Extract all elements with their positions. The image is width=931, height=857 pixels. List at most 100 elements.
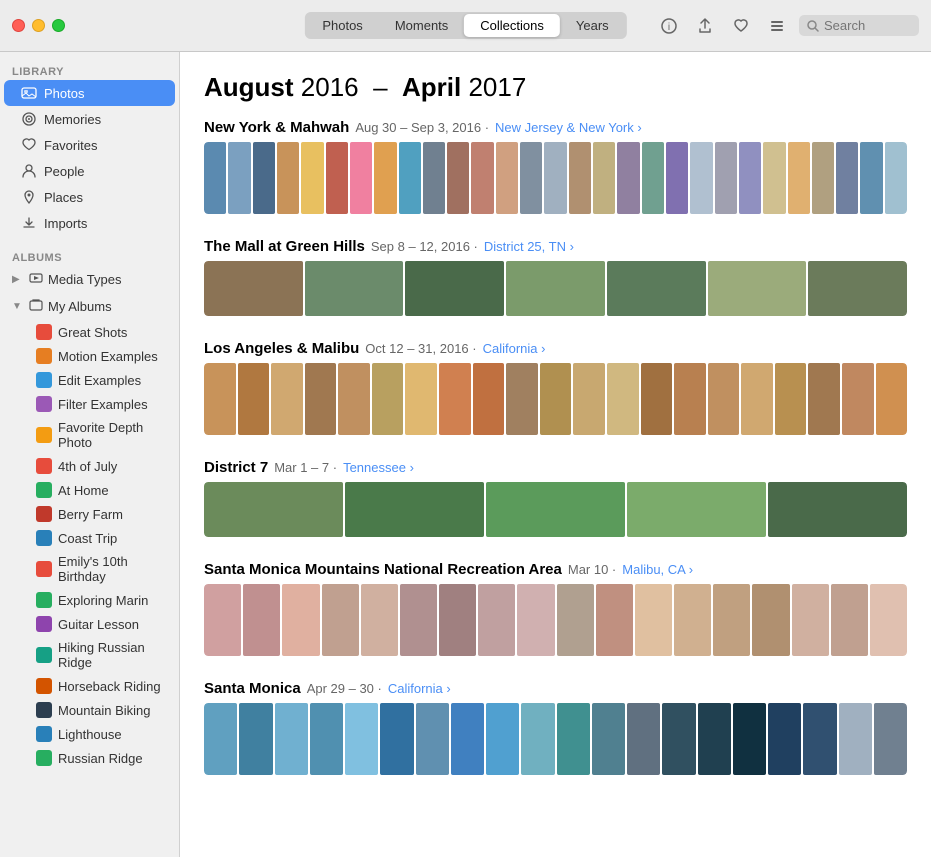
photo-cell[interactable] [870, 584, 907, 656]
photo-cell[interactable] [271, 363, 303, 435]
photo-cell[interactable] [338, 363, 370, 435]
photo-cell[interactable] [506, 261, 605, 316]
photo-cell[interactable] [239, 703, 272, 775]
photo-cell[interactable] [326, 142, 348, 214]
photo-cell[interactable] [839, 703, 872, 775]
collection-location[interactable]: District 25, TN [484, 239, 574, 254]
photo-strip[interactable] [204, 261, 907, 316]
photo-cell[interactable] [204, 584, 241, 656]
sidebar-item-memories[interactable]: Memories [4, 106, 175, 132]
close-button[interactable] [12, 19, 25, 32]
minimize-button[interactable] [32, 19, 45, 32]
search-input[interactable] [824, 18, 909, 33]
sidebar-item-coast-trip[interactable]: Coast Trip [4, 526, 175, 550]
sidebar-item-great-shots[interactable]: Great Shots [4, 320, 175, 344]
sidebar-item-filter-examples[interactable]: Filter Examples [4, 392, 175, 416]
more-button[interactable] [763, 12, 791, 40]
photo-cell[interactable] [473, 363, 505, 435]
photo-cell[interactable] [768, 703, 801, 775]
photo-strip[interactable] [204, 584, 907, 656]
photo-cell[interactable] [416, 703, 449, 775]
photo-cell[interactable] [520, 142, 542, 214]
photo-cell[interactable] [569, 142, 591, 214]
photo-cell[interactable] [204, 703, 237, 775]
photo-cell[interactable] [741, 363, 773, 435]
share-button[interactable] [691, 12, 719, 40]
photo-cell[interactable] [557, 703, 590, 775]
photo-cell[interactable] [788, 142, 810, 214]
heart-button[interactable] [727, 12, 755, 40]
photo-cell[interactable] [439, 584, 476, 656]
sidebar-item-4th-of-july[interactable]: 4th of July [4, 454, 175, 478]
photo-cell[interactable] [275, 703, 308, 775]
photo-cell[interactable] [423, 142, 445, 214]
collection-location[interactable]: Malibu, CA [622, 562, 693, 577]
photo-cell[interactable] [399, 142, 421, 214]
photo-cell[interactable] [836, 142, 858, 214]
photo-cell[interactable] [439, 363, 471, 435]
sidebar-item-mountain-biking[interactable]: Mountain Biking [4, 698, 175, 722]
photo-cell[interactable] [447, 142, 469, 214]
photo-strip[interactable] [204, 142, 907, 214]
sidebar-item-at-home[interactable]: At Home [4, 478, 175, 502]
photo-cell[interactable] [310, 703, 343, 775]
photo-cell[interactable] [808, 261, 907, 316]
photo-cell[interactable] [666, 142, 688, 214]
photo-cell[interactable] [662, 703, 695, 775]
photo-cell[interactable] [713, 584, 750, 656]
photo-cell[interactable] [544, 142, 566, 214]
photo-cell[interactable] [305, 261, 404, 316]
sidebar-item-lighthouse[interactable]: Lighthouse [4, 722, 175, 746]
tab-moments[interactable]: Moments [379, 14, 464, 37]
photo-cell[interactable] [204, 482, 343, 537]
photo-cell[interactable] [635, 584, 672, 656]
photo-cell[interactable] [204, 261, 303, 316]
photo-cell[interactable] [592, 703, 625, 775]
photo-cell[interactable] [322, 584, 359, 656]
sidebar-item-edit-examples[interactable]: Edit Examples [4, 368, 175, 392]
photo-cell[interactable] [708, 261, 807, 316]
photo-cell[interactable] [540, 363, 572, 435]
sidebar-item-photos[interactable]: Photos [4, 80, 175, 106]
photo-cell[interactable] [282, 584, 319, 656]
photo-cell[interactable] [361, 584, 398, 656]
collection-location[interactable]: New Jersey & New York [495, 120, 642, 135]
photo-cell[interactable] [627, 482, 766, 537]
photo-cell[interactable] [593, 142, 615, 214]
photo-cell[interactable] [400, 584, 437, 656]
info-button[interactable]: i [655, 12, 683, 40]
sidebar-item-favorites[interactable]: Favorites [4, 132, 175, 158]
photo-cell[interactable] [733, 703, 766, 775]
photo-cell[interactable] [478, 584, 515, 656]
photo-cell[interactable] [752, 584, 789, 656]
photo-cell[interactable] [573, 363, 605, 435]
media-types-toggle[interactable]: ▶ Media Types [4, 266, 175, 293]
photo-cell[interactable] [405, 261, 504, 316]
sidebar-item-horseback-riding[interactable]: Horseback Riding [4, 674, 175, 698]
photo-cell[interactable] [812, 142, 834, 214]
photo-cell[interactable] [698, 703, 731, 775]
photo-cell[interactable] [253, 142, 275, 214]
photo-strip[interactable] [204, 703, 907, 775]
photo-cell[interactable] [808, 363, 840, 435]
photo-cell[interactable] [715, 142, 737, 214]
sidebar-item-imports[interactable]: Imports [4, 210, 175, 236]
sidebar-item-emilys-10th-birthday[interactable]: Emily's 10th Birthday [4, 550, 175, 588]
photo-cell[interactable] [517, 584, 554, 656]
photo-cell[interactable] [792, 584, 829, 656]
collection-location[interactable]: California [483, 341, 546, 356]
sidebar-item-russian-ridge[interactable]: Russian Ridge [4, 746, 175, 770]
photo-cell[interactable] [471, 142, 493, 214]
sidebar-item-hiking-russian-ridge[interactable]: Hiking Russian Ridge [4, 636, 175, 674]
photo-strip[interactable] [204, 363, 907, 435]
photo-cell[interactable] [607, 363, 639, 435]
photo-cell[interactable] [860, 142, 882, 214]
photo-cell[interactable] [350, 142, 372, 214]
photo-cell[interactable] [775, 363, 807, 435]
photo-cell[interactable] [627, 703, 660, 775]
photo-cell[interactable] [243, 584, 280, 656]
photo-cell[interactable] [204, 142, 226, 214]
sidebar-item-berry-farm[interactable]: Berry Farm [4, 502, 175, 526]
tab-photos[interactable]: Photos [306, 14, 378, 37]
photo-cell[interactable] [831, 584, 868, 656]
